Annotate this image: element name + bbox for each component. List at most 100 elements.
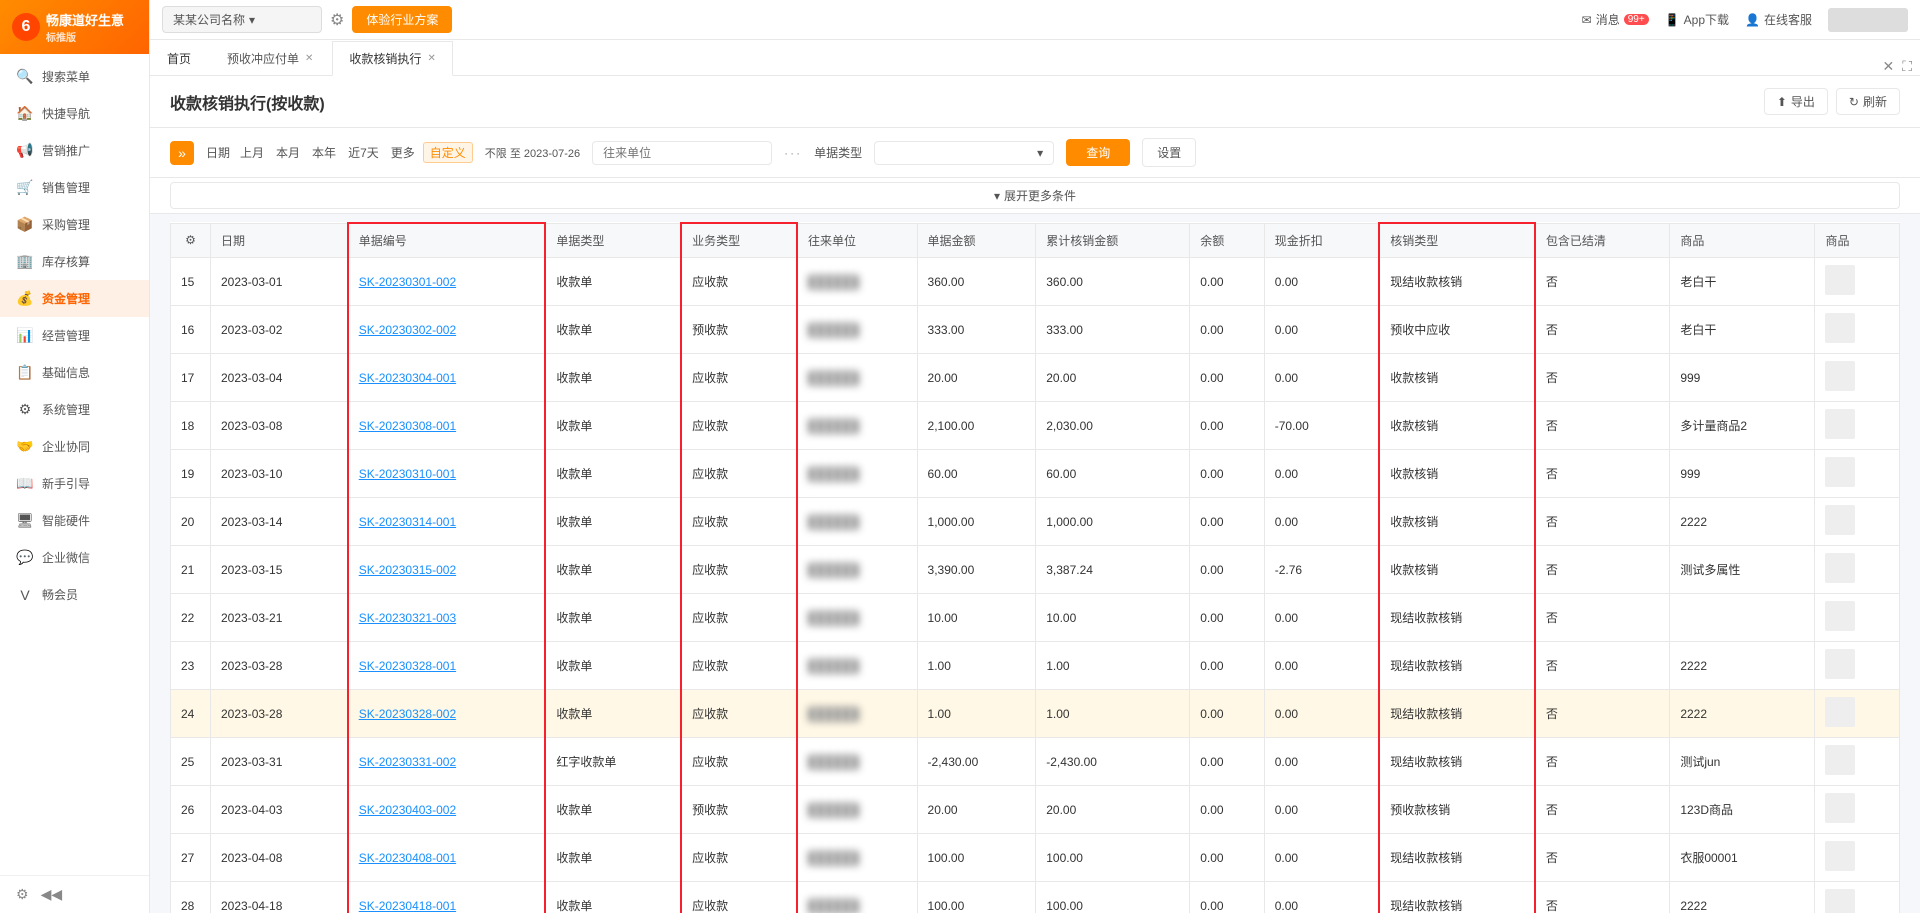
expand-filter-button[interactable]: ▾ 展开更多条件 — [170, 182, 1900, 209]
table-cell: 18 — [171, 402, 211, 450]
table-cell[interactable]: SK-20230310-001 — [348, 450, 546, 498]
table-cell: 否 — [1535, 306, 1670, 354]
single-no-link[interactable]: SK-20230403-002 — [359, 803, 456, 817]
table-row: 272023-04-08SK-20230408-001收款单应收款██████1… — [171, 834, 1900, 882]
single-no-link[interactable]: SK-20230418-001 — [359, 899, 456, 913]
sidebar-item-sales[interactable]: 🛒 销售管理 — [0, 169, 149, 206]
table-cell: 应收款 — [681, 258, 797, 306]
table-cell[interactable]: SK-20230301-002 — [348, 258, 546, 306]
online-service-button[interactable]: 👤 在线客服 — [1745, 11, 1812, 28]
table-cell: ██████ — [797, 642, 917, 690]
receipt-type-select[interactable]: ▾ — [874, 141, 1054, 165]
sidebar: 6 畅康道好生意 标推版 🔍 搜索菜单 🏠 快捷导航 📢 营销推广 🛒 销售管理… — [0, 0, 150, 913]
sidebar-item-basics[interactable]: 📋 基础信息 — [0, 354, 149, 391]
sidebar-item-finance[interactable]: 💰 资金管理 — [0, 280, 149, 317]
table-cell[interactable]: SK-20230315-002 — [348, 546, 546, 594]
table-cell: 24 — [171, 690, 211, 738]
table-cell: 应收款 — [681, 738, 797, 786]
sidebar-item-operations[interactable]: 📊 经营管理 — [0, 317, 149, 354]
tab-expand-icon[interactable]: ⛶ — [1902, 58, 1912, 75]
table-cell[interactable]: SK-20230321-003 — [348, 594, 546, 642]
single-no-link[interactable]: SK-20230315-002 — [359, 563, 456, 577]
date-range-display: 不限 至 2023-07-26 — [485, 145, 580, 161]
tab-write-off[interactable]: 收款核销执行 ✕ — [332, 41, 452, 76]
filter-toggle-button[interactable]: » — [170, 141, 194, 165]
more-date-btn[interactable]: 更多 — [387, 142, 419, 163]
single-no-link[interactable]: SK-20230321-003 — [359, 611, 456, 625]
sidebar-item-marketing[interactable]: 📢 营销推广 — [0, 132, 149, 169]
sidebar-item-hardware[interactable]: 🖥 智能硬件 — [0, 502, 149, 539]
table-cell: 0.00 — [1190, 402, 1265, 450]
query-button[interactable]: 查询 — [1066, 139, 1130, 166]
single-no-link[interactable]: SK-20230301-002 — [359, 275, 456, 289]
single-no-link[interactable]: SK-20230304-001 — [359, 371, 456, 385]
single-no-link[interactable]: SK-20230331-002 — [359, 755, 456, 769]
message-button[interactable]: ✉ 消息 99+ — [1582, 11, 1649, 28]
table-cell[interactable]: SK-20230314-001 — [348, 498, 546, 546]
table-cell[interactable]: SK-20230328-002 — [348, 690, 546, 738]
table-cell: 2023-03-08 — [211, 402, 348, 450]
table-cell[interactable]: SK-20230304-001 — [348, 354, 546, 402]
last-month-btn[interactable]: 上月 — [236, 142, 268, 163]
partner-input[interactable] — [592, 141, 772, 165]
settings-icon[interactable]: ⚙ — [16, 886, 29, 903]
last-7days-btn[interactable]: 近7天 — [344, 142, 383, 163]
col-header-date: 日期 — [211, 223, 348, 258]
table-cell[interactable]: SK-20230302-002 — [348, 306, 546, 354]
settings-icon-topbar[interactable]: ⚙ — [330, 10, 344, 30]
col-header-settings[interactable]: ⚙ — [171, 223, 211, 258]
table-cell[interactable]: SK-20230331-002 — [348, 738, 546, 786]
sidebar-item-system[interactable]: ⚙ 系统管理 — [0, 391, 149, 428]
this-year-btn[interactable]: 本年 — [308, 142, 340, 163]
table-cell: ██████ — [797, 786, 917, 834]
single-no-link[interactable]: SK-20230302-002 — [359, 323, 456, 337]
table-cell: 否 — [1535, 546, 1670, 594]
collapse-icon[interactable]: ◀◀ — [41, 886, 63, 903]
sidebar-item-guide[interactable]: 📖 新手引导 — [0, 465, 149, 502]
table-cell: 2023-03-02 — [211, 306, 348, 354]
table-cell[interactable]: SK-20230418-001 — [348, 882, 546, 913]
table-cell: 收款单 — [545, 690, 681, 738]
tab-write-off-close[interactable]: ✕ — [427, 53, 435, 64]
tab-home[interactable]: 首页 — [150, 41, 208, 75]
custom-date-btn[interactable]: 自定义 — [423, 142, 473, 163]
app-download-button[interactable]: 📱 App下载 — [1665, 11, 1729, 28]
table-cell[interactable]: SK-20230403-002 — [348, 786, 546, 834]
single-no-link[interactable]: SK-20230314-001 — [359, 515, 456, 529]
sidebar-item-collab[interactable]: 🤝 企业协同 — [0, 428, 149, 465]
single-no-link[interactable]: SK-20230308-001 — [359, 419, 456, 433]
table-cell[interactable]: SK-20230408-001 — [348, 834, 546, 882]
table-cell: 2023-04-08 — [211, 834, 348, 882]
single-no-link[interactable]: SK-20230310-001 — [359, 467, 456, 481]
single-no-link[interactable]: SK-20230328-002 — [359, 707, 456, 721]
sidebar-item-inventory[interactable]: 🏢 库存核算 — [0, 243, 149, 280]
sidebar-item-member[interactable]: V 畅会员 — [0, 576, 149, 613]
sidebar-item-shortcuts[interactable]: 🏠 快捷导航 — [0, 95, 149, 132]
tab-prepay[interactable]: 预收冲应付单 ✕ — [210, 41, 330, 75]
message-badge: 99+ — [1624, 14, 1649, 25]
single-no-link[interactable]: SK-20230408-001 — [359, 851, 456, 865]
tab-close-all-icon[interactable]: ✕ — [1882, 58, 1894, 75]
table-cell: 否 — [1535, 258, 1670, 306]
company-selector[interactable]: 某某公司名称 ▾ — [162, 6, 322, 33]
export-button[interactable]: ⬆ 导出 — [1764, 88, 1828, 115]
table-cell: 0.00 — [1264, 306, 1379, 354]
single-no-link[interactable]: SK-20230328-001 — [359, 659, 456, 673]
refresh-button[interactable]: ↻ 刷新 — [1836, 88, 1900, 115]
solution-button[interactable]: 体验行业方案 — [352, 6, 452, 33]
setting-button[interactable]: 设置 — [1142, 138, 1196, 167]
sidebar-item-wxwork[interactable]: 💬 企业微信 — [0, 539, 149, 576]
sidebar-item-purchase[interactable]: 📦 采购管理 — [0, 206, 149, 243]
table-row: 152023-03-01SK-20230301-002收款单应收款██████3… — [171, 258, 1900, 306]
tab-prepay-close[interactable]: ✕ — [305, 53, 313, 64]
sidebar-item-search[interactable]: 🔍 搜索菜单 — [0, 58, 149, 95]
table-cell: 测试jun — [1670, 738, 1815, 786]
this-month-btn[interactable]: 本月 — [272, 142, 304, 163]
table-cell: 现结收款核销 — [1379, 834, 1535, 882]
table-cell[interactable]: SK-20230308-001 — [348, 402, 546, 450]
purchase-icon: 📦 — [16, 216, 34, 233]
tab-write-off-label: 收款核销执行 — [349, 50, 421, 67]
table-cell: 0.00 — [1264, 354, 1379, 402]
table-cell: 0.00 — [1190, 450, 1265, 498]
table-cell[interactable]: SK-20230328-001 — [348, 642, 546, 690]
